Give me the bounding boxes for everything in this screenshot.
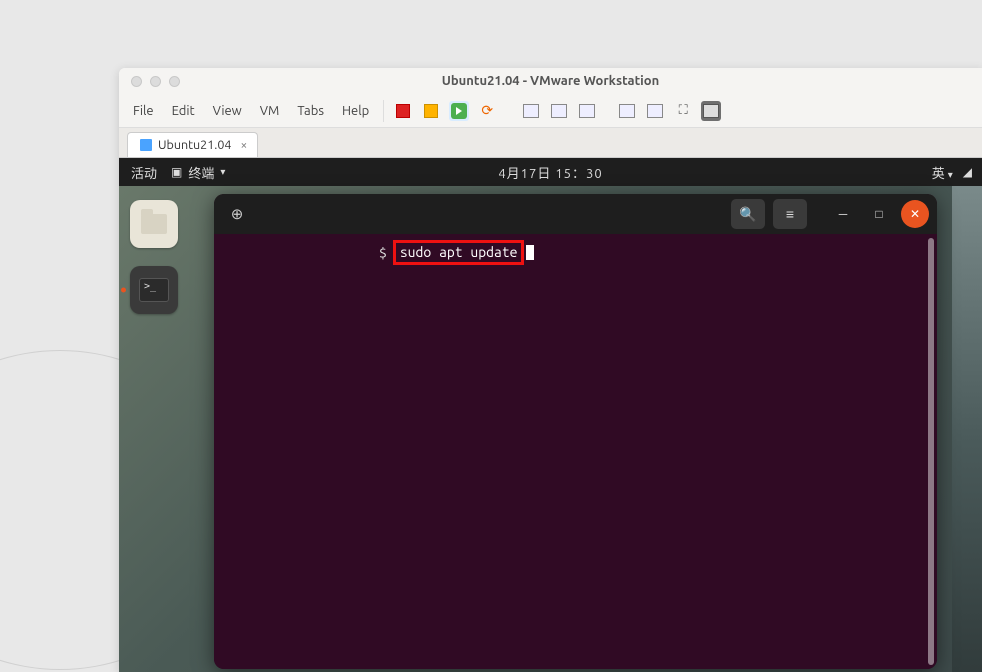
- folder-icon: [141, 214, 167, 234]
- show-console-button[interactable]: [617, 101, 637, 121]
- vm-tab-label: Ubuntu21.04: [158, 138, 231, 152]
- new-tab-icon: ⊕: [231, 205, 244, 223]
- running-indicator-dot: [121, 288, 126, 293]
- terminal-icon: [139, 278, 169, 302]
- refresh-icon: ⟳: [481, 102, 493, 119]
- close-icon: ✕: [910, 207, 920, 221]
- menu-vm[interactable]: VM: [252, 100, 288, 122]
- terminal-menu-button[interactable]: ≡: [773, 199, 807, 229]
- hamburger-icon: ≡: [786, 206, 794, 222]
- search-icon: 🔍: [739, 206, 756, 223]
- window-title: Ubuntu21.04 - VMware Workstation: [119, 74, 982, 88]
- ubuntu-top-bar: 活动 ▣ 终端 ▾ 4月17日 15：30 英 ▾ ◢: [119, 158, 982, 186]
- terminal-close-button[interactable]: ✕: [901, 200, 929, 228]
- play-icon: [451, 103, 467, 119]
- restart-button[interactable]: ⟳: [477, 101, 497, 121]
- take-snapshot-button[interactable]: [577, 101, 597, 121]
- unity-button[interactable]: [701, 101, 721, 121]
- snapshot-manager-button[interactable]: [549, 101, 569, 121]
- terminal-body[interactable]: $ sudo apt update: [214, 234, 937, 669]
- fullscreen-button[interactable]: ⛶: [673, 101, 693, 121]
- window-titlebar: Ubuntu21.04 - VMware Workstation: [119, 68, 982, 94]
- vm-tab-ubuntu[interactable]: Ubuntu21.04 ×: [127, 132, 258, 157]
- topbar-app-label: 终端: [188, 163, 214, 182]
- suspend-button[interactable]: [421, 101, 441, 121]
- menu-tabs[interactable]: Tabs: [289, 100, 332, 122]
- menu-view[interactable]: View: [205, 100, 250, 122]
- toolbar-separator: [383, 100, 384, 122]
- topbar-app-indicator[interactable]: ▣ 终端 ▾: [171, 163, 225, 182]
- vm-tab-bar: Ubuntu21.04 ×: [119, 128, 982, 158]
- snapshot-button[interactable]: [521, 101, 541, 121]
- vm-tab-icon: [140, 139, 152, 151]
- show-thumbnail-button[interactable]: [645, 101, 665, 121]
- snapshot-icon: [523, 104, 539, 118]
- ime-label: 英: [932, 167, 945, 181]
- menubar: File Edit View VM Tabs Help ⟳ ⛶: [119, 94, 982, 128]
- stop-icon: [396, 104, 410, 118]
- camera-icon: [579, 104, 595, 118]
- chevron-down-icon: ▾: [220, 166, 225, 178]
- guest-display: 活动 ▣ 终端 ▾ 4月17日 15：30 英 ▾ ◢: [119, 158, 982, 672]
- gnome-terminal-window: ⊕ 🔍 ≡ ─ □ ✕: [214, 194, 937, 669]
- snapshot-manager-icon: [551, 104, 567, 118]
- minimize-icon: ─: [839, 207, 848, 221]
- menu-help[interactable]: Help: [334, 100, 377, 122]
- dock-item-files[interactable]: [130, 200, 178, 248]
- terminal-maximize-button[interactable]: □: [865, 200, 893, 228]
- system-status-icon[interactable]: ◢: [963, 165, 972, 179]
- menu-edit[interactable]: Edit: [164, 100, 203, 122]
- terminal-scrollbar[interactable]: [928, 238, 934, 665]
- terminal-indicator-icon: ▣: [171, 165, 182, 179]
- highlighted-command: sudo apt update: [393, 240, 525, 265]
- terminal-search-button[interactable]: 🔍: [731, 199, 765, 229]
- maximize-icon: □: [875, 207, 882, 221]
- terminal-headerbar: ⊕ 🔍 ≡ ─ □ ✕: [214, 194, 937, 234]
- command-line: $ sudo apt update: [224, 240, 927, 265]
- new-tab-button[interactable]: ⊕: [222, 200, 252, 228]
- text-cursor: [526, 245, 534, 260]
- power-off-button[interactable]: [393, 101, 413, 121]
- unity-icon: [703, 104, 719, 118]
- ime-indicator[interactable]: 英 ▾: [932, 163, 953, 182]
- wallpaper-right-strip: [952, 186, 982, 672]
- activities-button[interactable]: 活动: [131, 163, 157, 182]
- fullscreen-icon: ⛶: [679, 103, 688, 118]
- shell-prompt: $: [379, 245, 387, 261]
- chevron-down-icon: ▾: [948, 169, 953, 180]
- vmware-workstation-window: Ubuntu21.04 - VMware Workstation File Ed…: [119, 68, 982, 672]
- topbar-datetime[interactable]: 4月17日 15：30: [119, 163, 982, 182]
- tab-close-icon[interactable]: ×: [240, 139, 247, 152]
- menu-file[interactable]: File: [125, 100, 162, 122]
- console-icon: [619, 104, 635, 118]
- power-on-button[interactable]: [449, 101, 469, 121]
- terminal-minimize-button[interactable]: ─: [829, 200, 857, 228]
- ubuntu-dock: [124, 196, 184, 314]
- thumbnail-icon: [647, 104, 663, 118]
- dock-item-terminal[interactable]: [130, 266, 178, 314]
- pause-icon: [424, 104, 438, 118]
